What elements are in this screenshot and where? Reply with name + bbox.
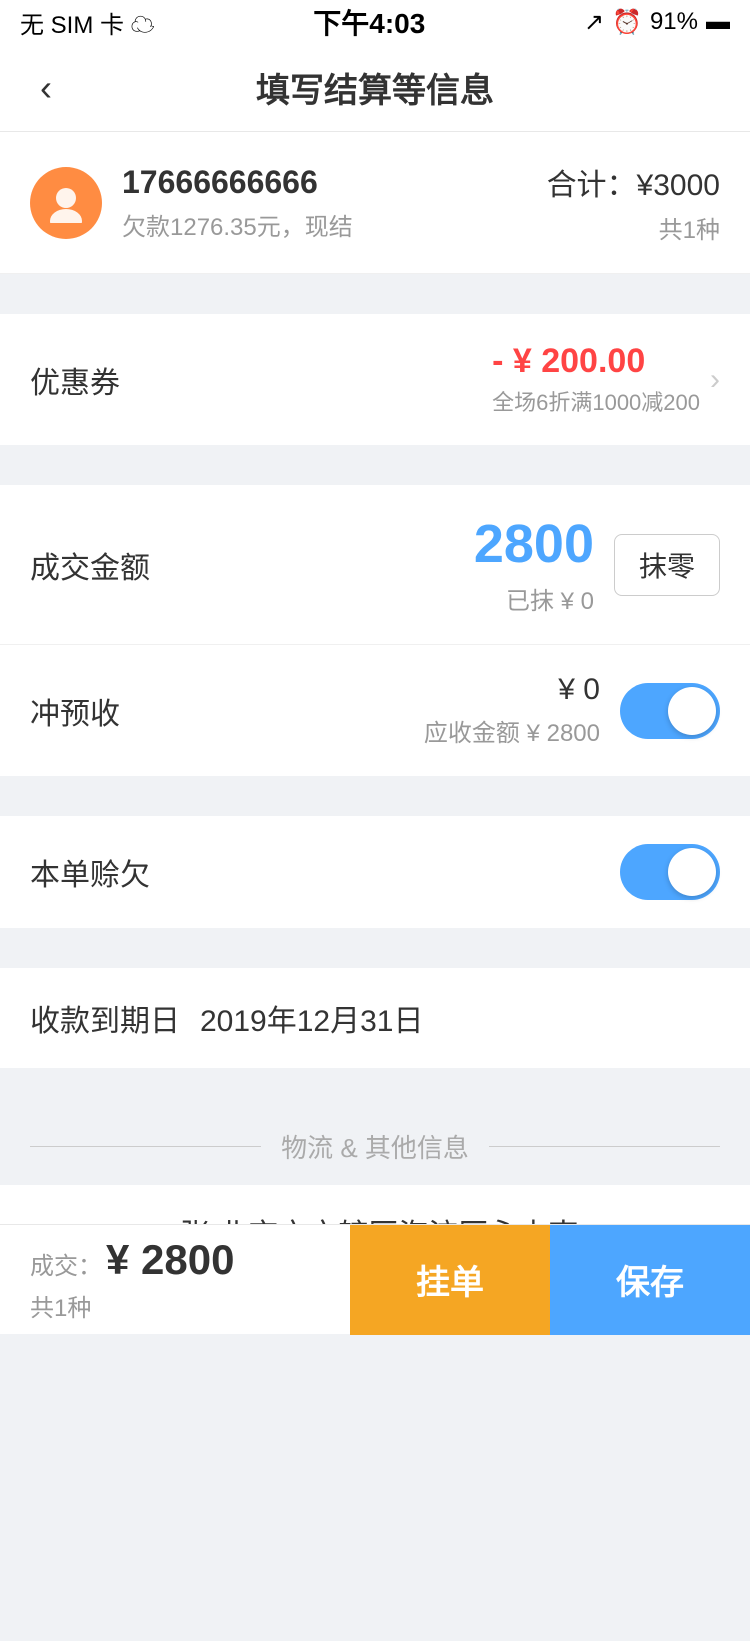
prepay-row: 冲预收 ¥ 0 应收金额 ¥ 2800 <box>0 645 750 776</box>
coupon-info: - ¥ 200.00 全场6折满1000减200 <box>492 342 700 417</box>
divider-line-right <box>489 1146 720 1147</box>
save-button[interactable]: 保存 <box>550 1225 750 1335</box>
footer: 成交： ¥ 2800 共1种 挂单 保存 <box>0 1224 750 1334</box>
prepay-right: ¥ 0 应收金额 ¥ 2800 <box>424 673 720 748</box>
back-button[interactable]: ‹ <box>30 57 62 119</box>
footer-info: 成交： ¥ 2800 共1种 <box>0 1236 350 1323</box>
coupon-discount: - ¥ 200.00 <box>492 342 700 381</box>
nav-bar: ‹ 填写结算等信息 <box>0 44 750 132</box>
alarm-icon: ⏰ <box>612 8 642 37</box>
prepay-sub: 应收金额 ¥ 2800 <box>424 713 600 748</box>
coupon-row[interactable]: 优惠券 - ¥ 200.00 全场6折满1000减200 › <box>0 314 750 445</box>
transaction-amount-sub: 已抹 ¥ 0 <box>474 581 594 616</box>
customer-section: 17666666666 欠款1276.35元，现结 合计：¥3000 共1种 <box>0 132 750 274</box>
customer-info: 17666666666 欠款1276.35元，现结 <box>122 164 353 242</box>
hang-button[interactable]: 挂单 <box>350 1225 550 1335</box>
bottom-spacer <box>0 1331 750 1531</box>
status-right: ↗ ⏰ 91% ▬ <box>584 8 730 37</box>
debt-row: 本单赊欠 <box>0 816 750 928</box>
debt-toggle[interactable] <box>620 844 720 900</box>
battery-status: 91% <box>650 8 698 36</box>
debt-toggle-knob <box>668 848 716 896</box>
coupon-right: - ¥ 200.00 全场6折满1000减200 › <box>492 342 720 417</box>
debt-label: 本单赊欠 <box>30 850 150 894</box>
duedate-row: 收款到期日 2019年12月31日 <box>0 968 750 1068</box>
duedate-value: 2019年12月31日 <box>200 996 423 1040</box>
customer-sub: 欠款1276.35元，现结 <box>122 207 353 242</box>
prepay-value-group: ¥ 0 应收金额 ¥ 2800 <box>424 673 600 748</box>
amount-section: 成交金额 2800 已抹 ¥ 0 抹零 冲预收 ¥ 0 应收金额 ¥ 2800 <box>0 485 750 776</box>
total-amount: 合计：¥3000 <box>547 160 720 204</box>
toggle-knob <box>668 687 716 735</box>
logistics-divider: 物流 & 其他信息 <box>0 1108 750 1185</box>
customer-right: 合计：¥3000 共1种 <box>547 160 720 245</box>
transaction-amount-main: 2800 <box>474 513 594 575</box>
transaction-amount-value-group: 2800 已抹 ¥ 0 抹零 <box>474 513 720 616</box>
transaction-amount-info: 2800 已抹 ¥ 0 <box>474 513 594 616</box>
transaction-amount-label: 成交金额 <box>30 543 150 587</box>
prepay-amount: ¥ 0 <box>424 673 600 707</box>
coupon-section: 优惠券 - ¥ 200.00 全场6折满1000减200 › <box>0 314 750 445</box>
customer-phone: 17666666666 <box>122 164 353 201</box>
footer-count: 共1种 <box>30 1288 320 1323</box>
divider-line-left <box>30 1146 261 1147</box>
prepay-toggle[interactable] <box>620 683 720 739</box>
duedate-label: 收款到期日 <box>30 996 180 1040</box>
page-title: 填写结算等信息 <box>256 63 494 112</box>
status-left: 无 SIM 卡 ☁ <box>20 5 155 40</box>
status-time: 下午4:03 <box>313 2 425 42</box>
total-count: 共1种 <box>547 210 720 245</box>
main-content: 17666666666 欠款1276.35元，现结 合计：¥3000 共1种 优… <box>0 132 750 1641</box>
coupon-label: 优惠券 <box>30 358 120 402</box>
round-button[interactable]: 抹零 <box>614 534 720 596</box>
chevron-right-icon: › <box>710 363 720 397</box>
sim-status: 无 SIM 卡 ☁ <box>20 5 155 40</box>
footer-deal-label: 成交： <box>30 1246 102 1281</box>
customer-left: 17666666666 欠款1276.35元，现结 <box>30 164 353 242</box>
logistics-divider-text: 物流 & 其他信息 <box>281 1128 469 1165</box>
footer-amount: ¥ 2800 <box>106 1236 234 1284</box>
location-icon: ↗ <box>584 8 604 37</box>
status-bar: 无 SIM 卡 ☁ 下午4:03 ↗ ⏰ 91% ▬ <box>0 0 750 44</box>
prepay-label: 冲预收 <box>30 689 120 733</box>
coupon-desc: 全场6折满1000减200 <box>492 385 700 417</box>
avatar <box>30 167 102 239</box>
transaction-amount-row: 成交金额 2800 已抹 ¥ 0 抹零 <box>0 485 750 645</box>
battery-icon: ▬ <box>706 8 730 36</box>
customer-row: 17666666666 欠款1276.35元，现结 合计：¥3000 共1种 <box>0 132 750 274</box>
